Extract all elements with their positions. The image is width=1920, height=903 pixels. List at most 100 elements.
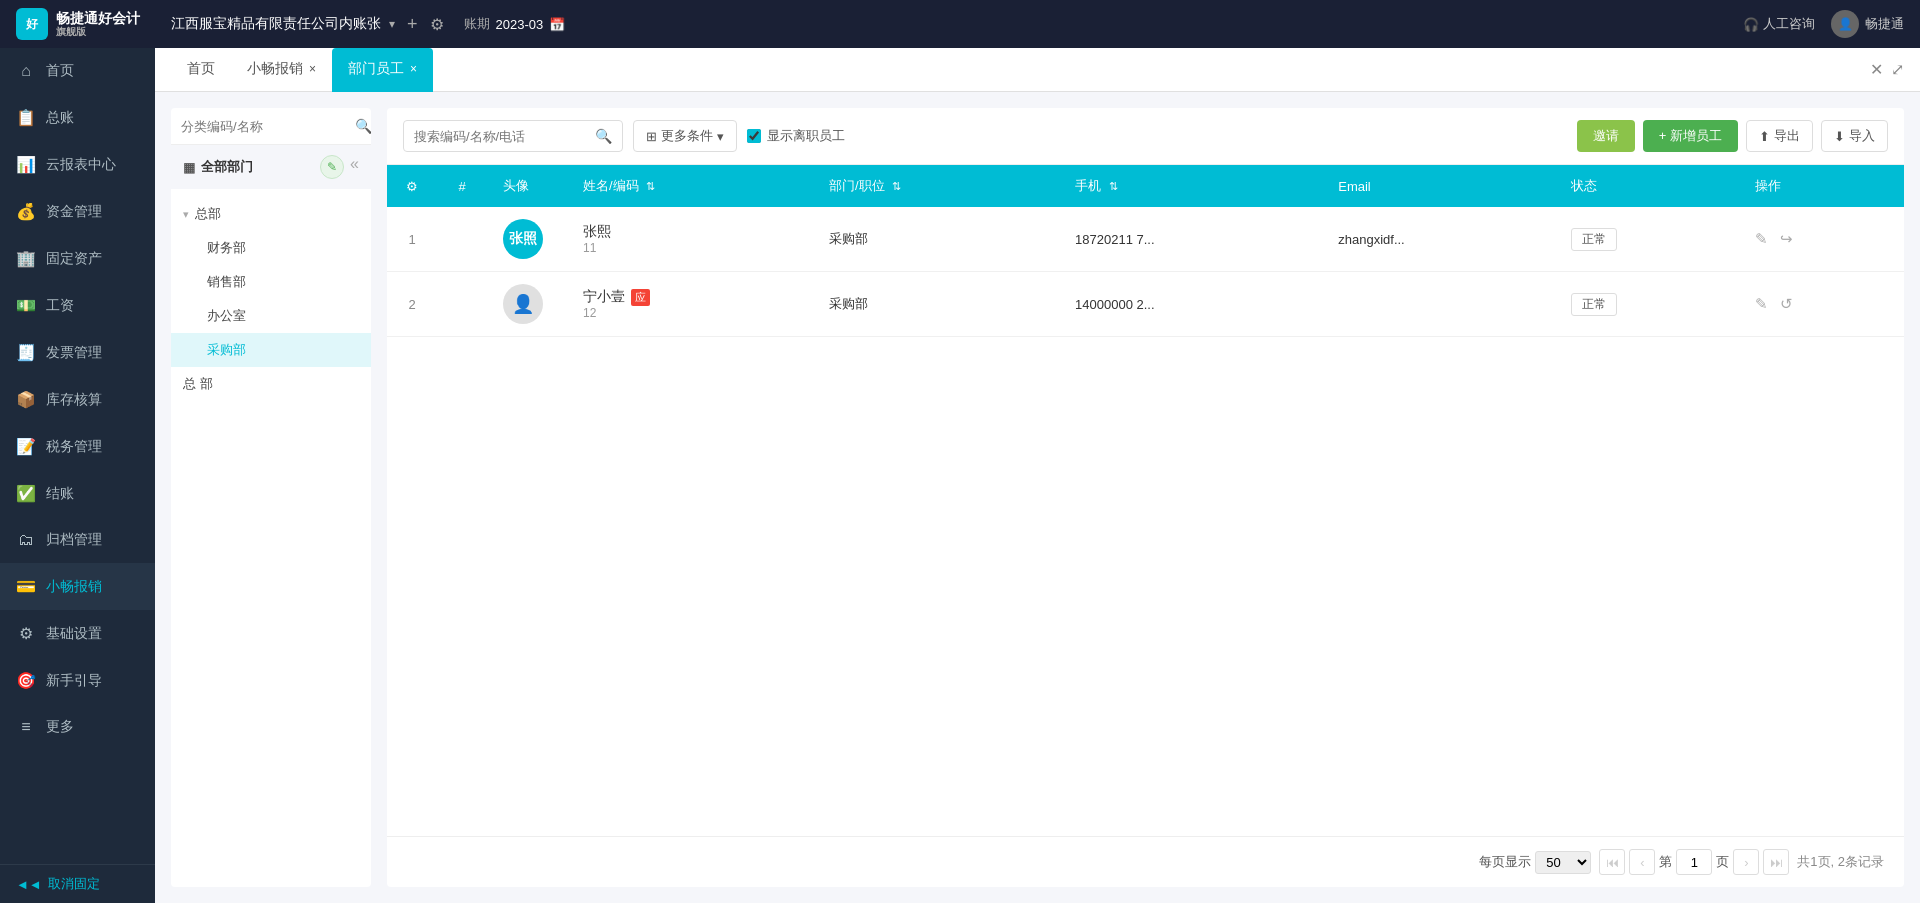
sidebar-item-inventory[interactable]: 📦 库存核算 xyxy=(0,376,155,423)
sidebar-item-expense[interactable]: 💳 小畅报销 xyxy=(0,563,155,610)
search-icon[interactable]: 🔍 xyxy=(595,128,612,144)
import-button[interactable]: ⬇ 导入 xyxy=(1821,120,1888,152)
expand-icon[interactable]: ⤢ xyxy=(1891,60,1904,79)
edit-icon[interactable]: ✎ xyxy=(1755,230,1768,248)
last-page-button[interactable]: ⏭ xyxy=(1763,849,1789,875)
tab-expense[interactable]: 小畅报销 × xyxy=(231,48,332,92)
import-icon: ⬇ xyxy=(1834,129,1845,144)
sidebar-item-archive[interactable]: 🗂 归档管理 xyxy=(0,517,155,563)
show-resigned-checkbox[interactable] xyxy=(747,129,761,143)
edit-dept-button[interactable]: ✎ xyxy=(320,155,344,179)
row2-phone: 14000000 2... xyxy=(1059,272,1322,337)
sidebar-item-tax[interactable]: 📝 税务管理 xyxy=(0,423,155,470)
tab-expense-close[interactable]: × xyxy=(309,62,316,76)
edit-icon[interactable]: ✎ xyxy=(1755,295,1768,313)
avatar: 👤 xyxy=(1831,10,1859,38)
period-selector[interactable]: 账期 2023-03 📅 xyxy=(464,15,566,33)
page-input[interactable] xyxy=(1676,849,1712,875)
chevron-down-icon[interactable]: ▾ xyxy=(389,17,395,31)
row2-email xyxy=(1322,272,1554,337)
sidebar-item-funds[interactable]: 💰 资金管理 xyxy=(0,188,155,235)
export-button[interactable]: ⬆ 导出 xyxy=(1746,120,1813,152)
col-phone[interactable]: 手机 ⇅ xyxy=(1059,165,1322,207)
tab-dept-employee[interactable]: 部门员工 × xyxy=(332,48,433,92)
sidebar-item-home[interactable]: ⌂ 首页 xyxy=(0,48,155,94)
sidebar-item-payroll[interactable]: 💵 工资 xyxy=(0,282,155,329)
col-name[interactable]: 姓名/编码 ⇅ xyxy=(567,165,813,207)
close-window-icon[interactable]: ✕ xyxy=(1870,60,1883,79)
sort-name-icon[interactable]: ⇅ xyxy=(646,180,655,192)
sidebar-item-reports[interactable]: 📊 云报表中心 xyxy=(0,141,155,188)
add-employee-button[interactable]: + 新增员工 xyxy=(1643,120,1738,152)
settings-icon[interactable]: ⚙ xyxy=(430,15,444,34)
logout-icon[interactable]: ↪ xyxy=(1780,230,1793,248)
row1-name: 张熙 11 xyxy=(567,207,813,272)
employee-toolbar: 🔍 ⊞ 更多条件 ▾ 显示离职员工 邀请 + 新增员工 xyxy=(387,108,1904,165)
invoice-icon: 🧾 xyxy=(16,343,36,362)
dept-node-office[interactable]: 办公室 xyxy=(171,299,371,333)
reports-icon: 📊 xyxy=(16,155,36,174)
employee-search-input[interactable] xyxy=(414,129,595,144)
sidebar-item-ledger[interactable]: 📋 总账 xyxy=(0,94,155,141)
service-button[interactable]: 🎧 人工咨询 xyxy=(1743,15,1815,33)
col-status: 状态 xyxy=(1555,165,1739,207)
dept-node-purchase[interactable]: 采购部 xyxy=(171,333,371,367)
sidebar-item-settings[interactable]: ⚙ 基础设置 xyxy=(0,610,155,657)
sidebar-item-invoice[interactable]: 🧾 发票管理 xyxy=(0,329,155,376)
tab-bar-controls: ✕ ⤢ xyxy=(1870,60,1904,79)
sidebar-item-assets[interactable]: 🏢 固定资产 xyxy=(0,235,155,282)
more-icon: ≡ xyxy=(16,718,36,736)
row1-actions: ✎ ↪ xyxy=(1739,207,1904,272)
chevron-down-icon: ▾ xyxy=(183,208,189,221)
col-settings[interactable]: ⚙ xyxy=(387,165,437,207)
dept-node-general2[interactable]: 总 部 xyxy=(171,367,371,401)
settings-icon: ⚙ xyxy=(16,624,36,643)
sidebar-item-more[interactable]: ≡ 更多 xyxy=(0,704,155,750)
more-filter-button[interactable]: ⊞ 更多条件 ▾ xyxy=(633,120,737,152)
add-tab-button[interactable]: + xyxy=(407,14,418,35)
row1-email: zhangxidf... xyxy=(1322,207,1554,272)
sidebar-item-guide[interactable]: 🎯 新手引导 xyxy=(0,657,155,704)
row1-dept: 采购部 xyxy=(813,207,1059,272)
invite-button[interactable]: 邀请 xyxy=(1577,120,1635,152)
tab-dept-employee-close[interactable]: × xyxy=(410,62,417,76)
dept-node-sales[interactable]: 销售部 xyxy=(171,265,371,299)
col-dept[interactable]: 部门/职位 ⇅ xyxy=(813,165,1059,207)
cancel-fix-button[interactable]: ◄◄ 取消固定 xyxy=(0,864,155,903)
inventory-icon: 📦 xyxy=(16,390,36,409)
tab-bar: 首页 小畅报销 × 部门员工 × ✕ ⤢ xyxy=(155,48,1920,92)
sort-dept-icon[interactable]: ⇅ xyxy=(892,180,901,192)
calendar-icon[interactable]: 📅 xyxy=(549,17,565,32)
tab-home[interactable]: 首页 xyxy=(171,48,231,92)
prev-page-button[interactable]: ‹ xyxy=(1629,849,1655,875)
search-icon[interactable]: 🔍 xyxy=(355,118,371,134)
payroll-icon: 💵 xyxy=(16,296,36,315)
all-dept-label[interactable]: ▦ 全部部门 xyxy=(183,158,253,176)
company-selector[interactable]: 江西服宝精品有限责任公司内账张 ▾ xyxy=(171,15,395,33)
dept-header: ▦ 全部部门 ✎ « xyxy=(171,145,371,189)
row2-avatar: 👤 xyxy=(487,272,567,337)
dept-node-general[interactable]: ▾ 总部 xyxy=(171,197,371,231)
sidebar: ⌂ 首页 📋 总账 📊 云报表中心 💰 资金管理 🏢 固定资产 💵 工资 🧾 发… xyxy=(0,48,155,903)
next-page-button[interactable]: › xyxy=(1733,849,1759,875)
employee-table: ⚙ # 头像 姓名/编码 ⇅ 部门/职位 ⇅ xyxy=(387,165,1904,337)
refresh-icon[interactable]: ↺ xyxy=(1780,295,1793,313)
dept-node-finance[interactable]: 财务部 xyxy=(171,231,371,265)
dept-search-input[interactable] xyxy=(181,119,349,134)
sort-phone-icon[interactable]: ⇅ xyxy=(1109,180,1118,192)
app-logo: 好 畅捷通好会计 旗舰版 xyxy=(16,8,171,40)
chevron-down-icon: ▾ xyxy=(717,129,724,144)
row1-phone: 18720211 7... xyxy=(1059,207,1322,272)
dept-header-actions: ✎ « xyxy=(320,155,359,179)
sidebar-item-checkout[interactable]: ✅ 结账 xyxy=(0,470,155,517)
collapse-icon[interactable]: « xyxy=(350,155,359,179)
status-badge: 正常 xyxy=(1571,228,1617,251)
show-resigned-toggle[interactable]: 显示离职员工 xyxy=(747,127,845,145)
top-bar-actions: 🎧 人工咨询 👤 畅捷通 xyxy=(1743,10,1904,38)
page-size-select[interactable]: 50 20 100 xyxy=(1535,851,1591,874)
col-avatar: 头像 xyxy=(487,165,567,207)
first-page-button[interactable]: ⏮ xyxy=(1599,849,1625,875)
user-menu[interactable]: 👤 畅捷通 xyxy=(1831,10,1904,38)
row1-avatar: 张照 xyxy=(487,207,567,272)
row2-num: 2 xyxy=(387,272,437,337)
